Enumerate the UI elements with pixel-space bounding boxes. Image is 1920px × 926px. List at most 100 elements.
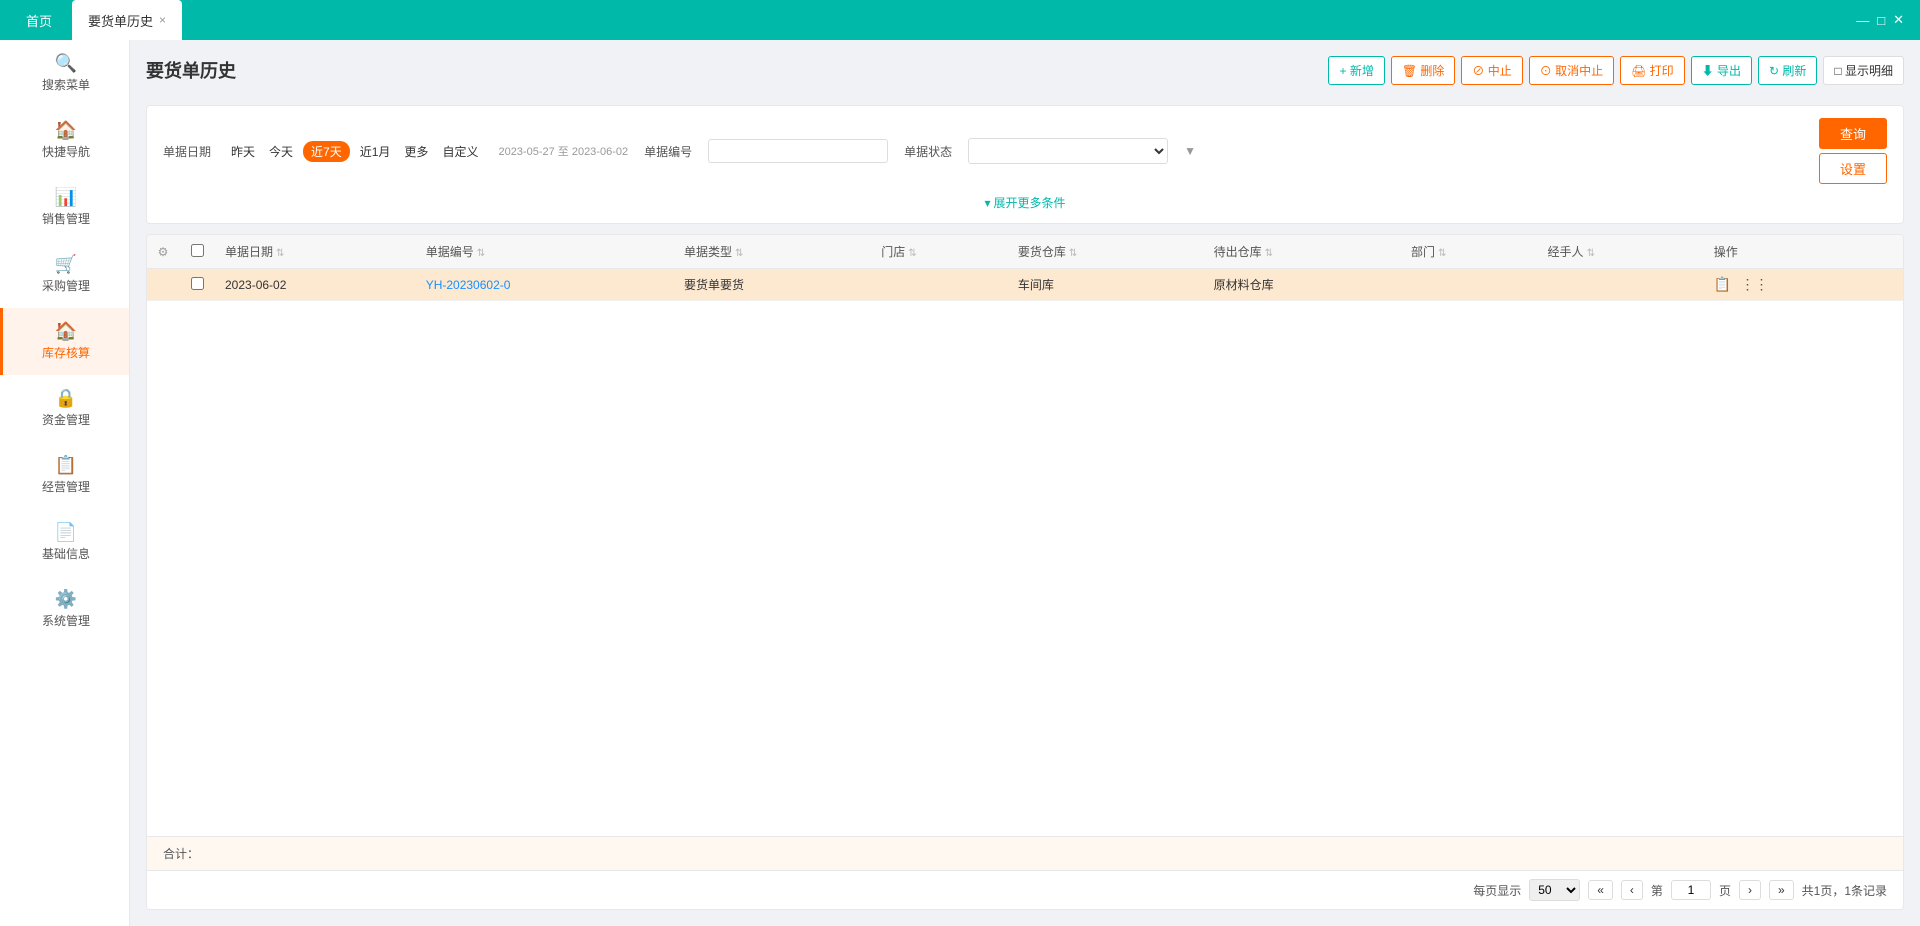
doc-no-label: 单据编号 [644,143,692,160]
tab-active[interactable]: 要货单历史 × [72,0,182,40]
cell-checkbox[interactable] [179,269,215,301]
prev-page-button[interactable]: ‹ [1621,880,1643,900]
sort-date-icon[interactable]: ⇅ [276,248,284,259]
query-button[interactable]: 查询 [1819,118,1887,149]
maximize-icon[interactable]: □ [1877,13,1885,28]
col-req-warehouse-label: 要货仓库 [1018,245,1066,259]
col-date: 单据日期⇅ [215,235,416,269]
table-row: 2023-06-02 YH-20230602-0 要货单要货 车间库 原材料仓库… [147,269,1903,301]
col-handler-label: 经手人 [1548,245,1584,259]
sidebar-item-base-info[interactable]: 📄 基础信息 [0,509,129,576]
date-opt-yesterday[interactable]: 昨天 [227,141,259,162]
purchase-icon: 🛒 [55,255,77,273]
doc-no-input[interactable] [708,139,888,163]
stop-button[interactable]: ⊘ 中止 [1461,56,1522,85]
date-opt-1month[interactable]: 近1月 [356,141,395,162]
sort-dept-icon[interactable]: ⇅ [1438,248,1446,259]
col-department-label: 部门 [1411,245,1435,259]
expand-filter-button[interactable]: ▾ 展开更多条件 [984,194,1065,211]
display-detail-button[interactable]: □ 显示明细 [1823,56,1904,85]
col-req-warehouse: 要货仓库⇅ [1008,235,1204,269]
tab-close-icon[interactable]: × [159,13,166,27]
col-operation: 操作 [1704,235,1903,269]
filter-row: 单据日期 昨天 今天 近7天 近1月 更多 自定义 2023-05-27 至 2… [163,118,1887,184]
expand-label: 展开更多条件 [994,194,1066,211]
col-pending-warehouse: 待出仓库⇅ [1204,235,1401,269]
sidebar-label-quick-nav: 快捷导航 [42,143,90,160]
sidebar-item-search-menu[interactable]: 🔍 搜索菜单 [0,40,129,107]
tab-home[interactable]: 首页 [10,0,68,40]
date-opt-today[interactable]: 今天 [265,141,297,162]
inventory-icon: 🏠 [55,322,77,340]
first-page-button[interactable]: « [1588,880,1613,900]
print-button[interactable]: 🖨 打印 [1620,56,1685,85]
cell-date: 2023-06-02 [215,269,416,301]
sort-store-icon[interactable]: ⇅ [908,248,916,259]
expand-icon: ▾ [984,196,990,210]
cell-department [1401,269,1538,301]
sidebar-item-system[interactable]: ⚙️ 系统管理 [0,576,129,643]
col-store: 门店⇅ [871,235,1008,269]
status-label: 单据状态 [904,143,952,160]
date-opt-custom[interactable]: 自定义 [438,141,482,162]
col-settings[interactable]: ⚙ [147,235,179,269]
pagination-bar: 每页显示 50 20 100 « ‹ 第 页 › » 共1页，1条记录 [147,870,1903,909]
system-icon: ⚙️ [55,590,77,608]
col-date-label: 单据日期 [225,245,273,259]
date-opt-more[interactable]: 更多 [400,141,432,162]
cell-store [871,269,1008,301]
col-handler: 经手人⇅ [1538,235,1704,269]
sidebar-item-quick-nav[interactable]: 🏠 快捷导航 [0,107,129,174]
sidebar-item-purchase[interactable]: 🛒 采购管理 [0,241,129,308]
cancel-stop-button[interactable]: ⊙ 取消中止 [1529,56,1614,85]
status-dropdown-icon: ▼ [1184,144,1196,158]
sort-req-wh-icon[interactable]: ⇅ [1069,248,1077,259]
select-all-checkbox[interactable] [191,244,204,257]
status-select[interactable] [968,138,1168,164]
sort-doc-type-icon[interactable]: ⇅ [735,248,743,259]
date-opt-7days[interactable]: 近7天 [303,141,350,162]
refresh-button[interactable]: ↻ 刷新 [1758,56,1817,85]
col-doc-type: 单据类型⇅ [674,235,871,269]
base-info-icon: 📄 [55,523,77,541]
tab-bar: 首页 要货单历史 × [10,0,182,40]
sidebar-item-sales[interactable]: 📊 销售管理 [0,174,129,241]
delete-button[interactable]: 🗑 删除 [1391,56,1456,85]
summary-label: 合计： [163,845,199,862]
cell-doc-type: 要货单要货 [674,269,871,301]
filter-area: 单据日期 昨天 今天 近7天 近1月 更多 自定义 2023-05-27 至 2… [146,105,1904,224]
sidebar-item-finance[interactable]: 🔒 资金管理 [0,375,129,442]
date-options: 昨天 今天 近7天 近1月 更多 自定义 [227,141,482,162]
page-title: 要货单历史 [146,57,236,83]
sidebar-label-finance: 资金管理 [42,411,90,428]
page-suffix: 页 [1719,882,1731,899]
sidebar-item-inventory[interactable]: 🏠 库存核算 [0,308,129,375]
cell-req-warehouse: 车间库 [1008,269,1204,301]
table-summary-row: 合计： [147,836,1903,870]
doc-no-link-0[interactable]: YH-20230602-0 [426,278,511,292]
sidebar-item-operation[interactable]: 📋 经营管理 [0,442,129,509]
sort-pending-wh-icon[interactable]: ⇅ [1265,248,1273,259]
export-button[interactable]: ⬇ 导出 [1691,56,1752,85]
per-page-label: 每页显示 [1473,882,1521,899]
last-page-button[interactable]: » [1769,880,1794,900]
minimize-icon[interactable]: — [1856,13,1869,28]
next-page-button[interactable]: › [1739,880,1761,900]
col-store-label: 门店 [881,245,905,259]
op-more-icon-0[interactable]: ⋮⋮ [1741,276,1769,292]
sort-doc-no-icon[interactable]: ⇅ [477,248,485,259]
sort-handler-icon[interactable]: ⇅ [1587,248,1595,259]
page-number-input[interactable] [1671,880,1711,900]
row-checkbox-0[interactable] [191,277,204,290]
per-page-select[interactable]: 50 20 100 [1529,879,1580,901]
main-layout: 🔍 搜索菜单 🏠 快捷导航 📊 销售管理 🛒 采购管理 🏠 库存核算 🔒 资金管… [0,40,1920,926]
setting-button[interactable]: 设置 [1819,153,1887,184]
new-button[interactable]: + 新增 [1328,56,1384,85]
sidebar-label-search-menu: 搜索菜单 [42,76,90,93]
data-table: ⚙ 单据日期⇅ 单据编号⇅ 单据类型⇅ 门店⇅ 要货仓库⇅ 待出仓库⇅ 部门⇅ … [147,235,1903,301]
sidebar-label-operation: 经营管理 [42,478,90,495]
close-window-icon[interactable]: ✕ [1893,12,1904,28]
op-view-icon-0[interactable]: 📋 [1714,276,1731,292]
toolbar: + 新增 🗑 删除 ⊘ 中止 ⊙ 取消中止 🖨 打印 ⬇ 导出 ↻ 刷新 □ 显… [1328,56,1904,85]
col-checkbox[interactable] [179,235,215,269]
